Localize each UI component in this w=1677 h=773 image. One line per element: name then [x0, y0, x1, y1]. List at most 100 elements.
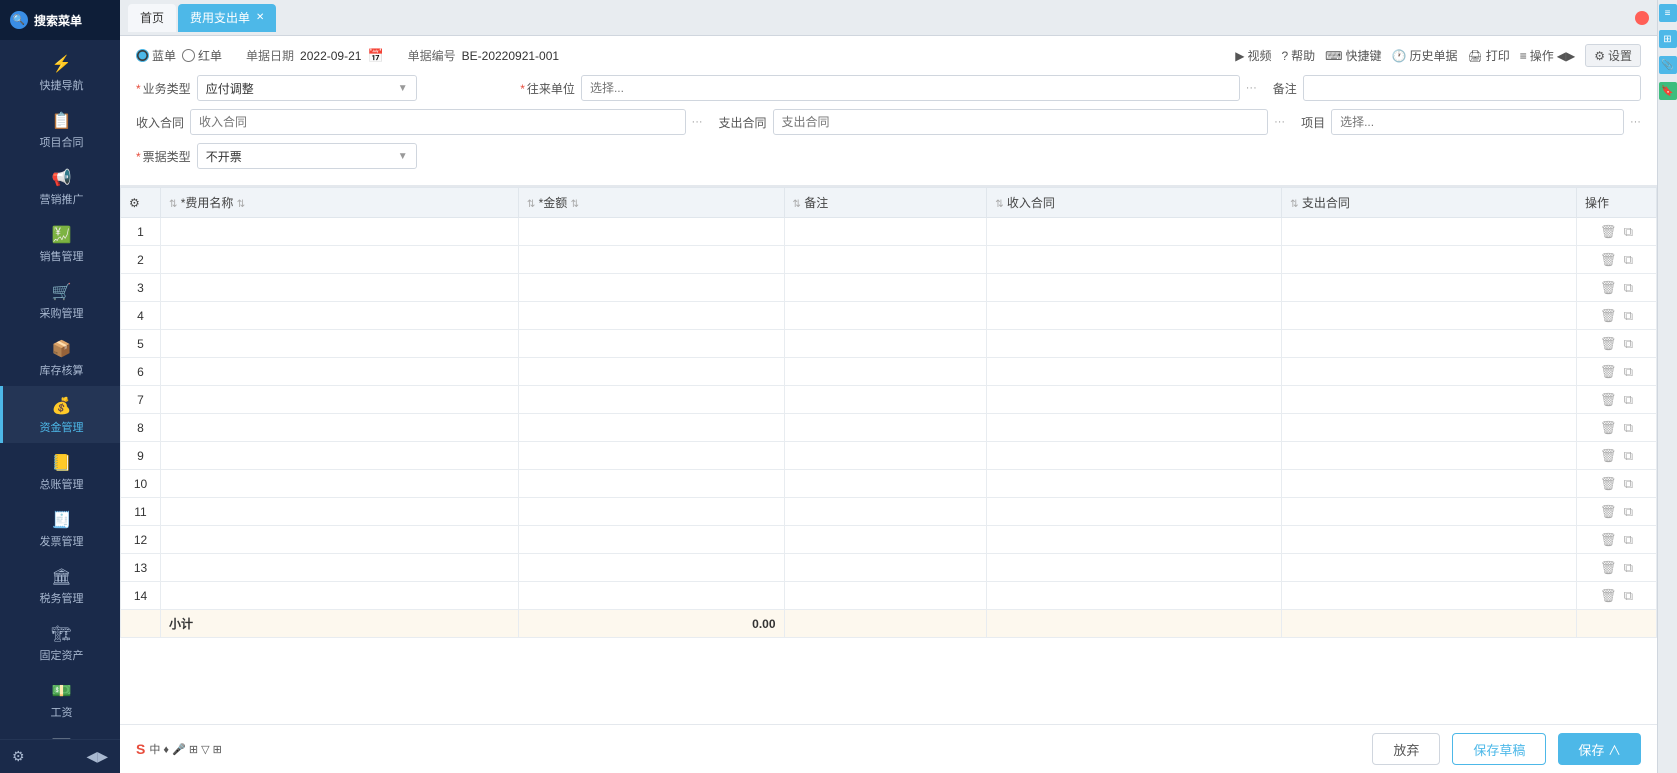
partner-more-icon[interactable]: ···: [1246, 82, 1257, 94]
income-sort-icon[interactable]: ⇅: [995, 199, 1003, 210]
row-expense-contract[interactable]: [1282, 218, 1577, 246]
row-expense-name[interactable]: [161, 498, 519, 526]
row-expense-contract[interactable]: [1282, 470, 1577, 498]
sidebar-item-capital-mgmt[interactable]: 💰 资金管理: [0, 386, 120, 443]
right-panel-icon-1[interactable]: ≡: [1659, 4, 1677, 22]
row-expense-contract[interactable]: [1282, 274, 1577, 302]
sidebar-item-salary[interactable]: 💵 工资: [0, 671, 120, 728]
right-panel-icon-4[interactable]: 🔖: [1659, 82, 1677, 100]
right-panel-icon-3[interactable]: 📎: [1659, 56, 1677, 74]
row-income-contract[interactable]: [987, 498, 1282, 526]
row-note[interactable]: [784, 302, 987, 330]
row-expense-name[interactable]: [161, 582, 519, 610]
sidebar-item-quick-nav[interactable]: ⚡ 快捷导航: [0, 44, 120, 101]
delete-icon[interactable]: 🗑: [1600, 280, 1617, 295]
row-expense-name[interactable]: [161, 246, 519, 274]
expense-sort-icon[interactable]: ⇅: [1290, 199, 1298, 210]
row-amount[interactable]: [518, 330, 784, 358]
row-amount[interactable]: [518, 526, 784, 554]
row-expense-name[interactable]: [161, 218, 519, 246]
project-input[interactable]: [1331, 109, 1624, 135]
row-amount[interactable]: [518, 302, 784, 330]
row-note[interactable]: [784, 358, 987, 386]
settings-btn[interactable]: ⚙ 设置: [1585, 44, 1641, 67]
copy-icon[interactable]: ⧉: [1624, 476, 1633, 491]
radio-red-input[interactable]: [182, 49, 195, 62]
row-note[interactable]: [784, 526, 987, 554]
delete-icon[interactable]: 🗑: [1600, 308, 1617, 323]
row-expense-name[interactable]: [161, 554, 519, 582]
history-btn[interactable]: 🕐 历史单据: [1392, 47, 1458, 64]
row-expense-contract[interactable]: [1282, 582, 1577, 610]
row-expense-name[interactable]: [161, 414, 519, 442]
print-btn[interactable]: 🖨 打印: [1467, 47, 1509, 64]
sidebar-item-marketing[interactable]: 📢 营销推广: [0, 158, 120, 215]
row-amount[interactable]: [518, 274, 784, 302]
row-amount[interactable]: [518, 498, 784, 526]
expense-contract-input[interactable]: [773, 109, 1269, 135]
copy-icon[interactable]: ⧉: [1624, 504, 1633, 519]
delete-icon[interactable]: 🗑: [1600, 392, 1617, 407]
row-expense-contract[interactable]: [1282, 386, 1577, 414]
delete-icon[interactable]: 🗑: [1600, 448, 1617, 463]
row-note[interactable]: [784, 498, 987, 526]
delete-icon[interactable]: 🗑: [1600, 336, 1617, 351]
delete-icon[interactable]: 🗑: [1600, 560, 1617, 575]
row-income-contract[interactable]: [987, 582, 1282, 610]
row-note[interactable]: [784, 414, 987, 442]
copy-icon[interactable]: ⧉: [1624, 224, 1633, 239]
row-amount[interactable]: [518, 582, 784, 610]
row-income-contract[interactable]: [987, 470, 1282, 498]
discard-button[interactable]: 放弃: [1372, 733, 1440, 765]
delete-icon[interactable]: 🗑: [1600, 364, 1617, 379]
row-expense-name[interactable]: [161, 442, 519, 470]
delete-icon[interactable]: 🗑: [1600, 224, 1617, 239]
actions-btn[interactable]: ≡ 操作 ◀▶: [1520, 47, 1576, 64]
sidebar-item-operations-mgmt[interactable]: 📊 经营管理: [0, 728, 120, 739]
row-expense-name[interactable]: [161, 274, 519, 302]
sort-icon-right[interactable]: ⇅: [237, 199, 245, 210]
sidebar-item-tax-mgmt[interactable]: 🏛 税务管理: [0, 557, 120, 614]
row-note[interactable]: [784, 582, 987, 610]
copy-icon[interactable]: ⧉: [1624, 532, 1633, 547]
sort-icon-left[interactable]: ⇅: [169, 199, 177, 210]
audio-icon[interactable]: ◀▶: [86, 748, 108, 765]
biz-type-select[interactable]: 应付调整 ▼: [197, 75, 417, 101]
row-expense-name[interactable]: [161, 470, 519, 498]
radio-blue-input[interactable]: [136, 49, 149, 62]
row-note[interactable]: [784, 554, 987, 582]
row-note[interactable]: [784, 442, 987, 470]
note-sort-icon[interactable]: ⇅: [793, 199, 801, 210]
project-more-icon[interactable]: ···: [1630, 116, 1641, 128]
delete-icon[interactable]: 🗑: [1600, 420, 1617, 435]
row-expense-contract[interactable]: [1282, 554, 1577, 582]
row-income-contract[interactable]: [987, 414, 1282, 442]
row-expense-contract[interactable]: [1282, 498, 1577, 526]
row-income-contract[interactable]: [987, 554, 1282, 582]
row-expense-contract[interactable]: [1282, 442, 1577, 470]
sidebar-item-invoice-mgmt[interactable]: 🧾 发票管理: [0, 500, 120, 557]
row-amount[interactable]: [518, 414, 784, 442]
sidebar-item-project-contract[interactable]: 📋 项目合同: [0, 101, 120, 158]
copy-icon[interactable]: ⧉: [1624, 336, 1633, 351]
tab-home[interactable]: 首页: [128, 4, 176, 32]
partner-input[interactable]: [581, 75, 1240, 101]
tab-expense-form[interactable]: 费用支出单 ✕: [178, 4, 276, 32]
copy-icon[interactable]: ⧉: [1624, 560, 1633, 575]
delete-icon[interactable]: 🗑: [1600, 504, 1617, 519]
row-expense-name[interactable]: [161, 386, 519, 414]
copy-icon[interactable]: ⧉: [1624, 308, 1633, 323]
sidebar-item-sales-mgmt[interactable]: 💹 销售管理: [0, 215, 120, 272]
row-income-contract[interactable]: [987, 442, 1282, 470]
row-amount[interactable]: [518, 246, 784, 274]
radio-red[interactable]: 红单: [182, 47, 222, 64]
sidebar-header[interactable]: 🔍 搜索菜单: [0, 0, 120, 40]
th-settings[interactable]: ⚙: [121, 188, 161, 218]
row-income-contract[interactable]: [987, 330, 1282, 358]
row-note[interactable]: [784, 330, 987, 358]
row-amount[interactable]: [518, 554, 784, 582]
help-btn[interactable]: ? 帮助: [1281, 47, 1315, 64]
row-income-contract[interactable]: [987, 218, 1282, 246]
row-expense-name[interactable]: [161, 526, 519, 554]
row-expense-name[interactable]: [161, 302, 519, 330]
